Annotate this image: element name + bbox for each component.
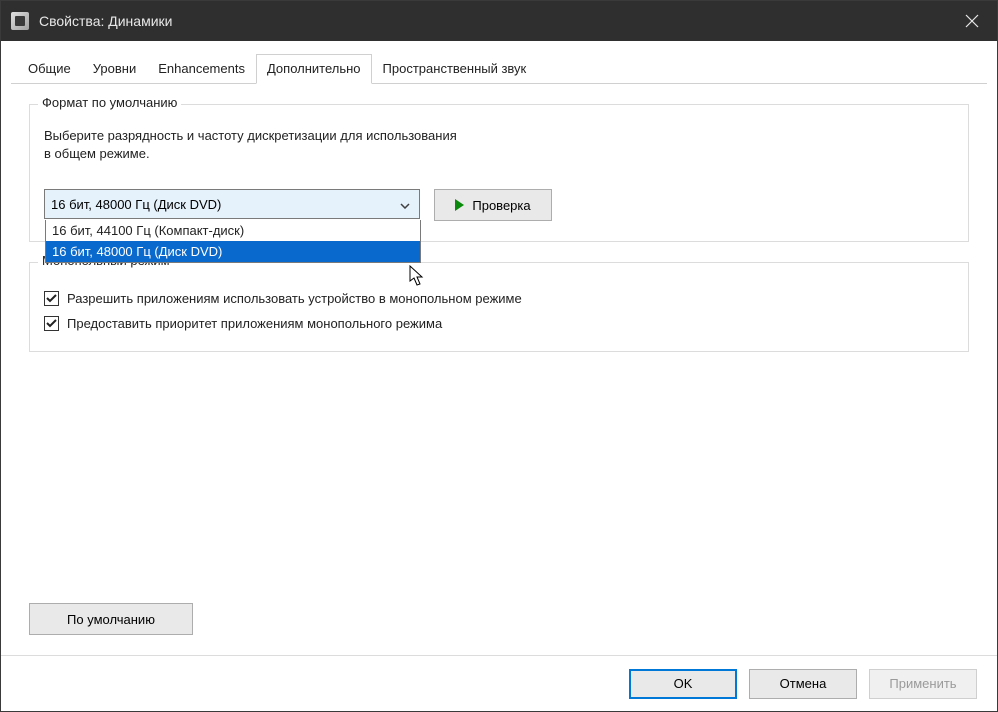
combobox-selected: 16 бит, 48000 Гц (Диск DVD) — [51, 197, 397, 212]
tab-label: Пространственный звук — [383, 61, 527, 76]
properties-window: Свойства: Динамики Общие Уровни Enhancem… — [0, 0, 998, 712]
tab-enhancements[interactable]: Enhancements — [147, 54, 256, 84]
format-combobox[interactable]: 16 бит, 48000 Гц (Диск DVD) 16 бит, 4410… — [44, 189, 420, 219]
tab-label: Дополнительно — [267, 61, 361, 76]
checkbox-priority-exclusive[interactable] — [44, 316, 59, 331]
speaker-icon — [11, 12, 29, 30]
button-label: Применить — [889, 676, 956, 691]
play-icon — [455, 199, 464, 211]
format-option[interactable]: 16 бит, 44100 Гц (Компакт-диск) — [46, 220, 420, 241]
group-exclusive-mode: Монопольный режим Разрешить приложениям … — [29, 262, 969, 352]
group-default-format: Формат по умолчанию Выберите разрядность… — [29, 104, 969, 242]
cancel-button[interactable]: Отмена — [749, 669, 857, 699]
format-option[interactable]: 16 бит, 48000 Гц (Диск DVD) — [46, 241, 420, 262]
close-button[interactable] — [947, 1, 997, 41]
test-button[interactable]: Проверка — [434, 189, 552, 221]
group-legend: Формат по умолчанию — [38, 95, 181, 110]
desc-text: Выберите разрядность и частоту дискретиз… — [44, 127, 954, 145]
tab-label: Уровни — [93, 61, 136, 76]
tab-spatial[interactable]: Пространственный звук — [372, 54, 538, 84]
button-label: Отмена — [780, 676, 827, 691]
checkbox-label: Предоставить приоритет приложениям моноп… — [67, 316, 442, 331]
option-label: 16 бит, 44100 Гц (Компакт-диск) — [52, 223, 244, 238]
dialog-button-bar: OK Отмена Применить — [1, 655, 997, 711]
title-bar: Свойства: Динамики — [1, 1, 997, 41]
format-dropdown: 16 бит, 44100 Гц (Компакт-диск) 16 бит, … — [45, 220, 421, 263]
ok-button[interactable]: OK — [629, 669, 737, 699]
tab-levels[interactable]: Уровни — [82, 54, 147, 84]
tab-label: Общие — [28, 61, 71, 76]
button-label: Проверка — [472, 198, 530, 213]
tab-advanced[interactable]: Дополнительно — [256, 54, 372, 84]
tab-general[interactable]: Общие — [17, 54, 82, 84]
button-label: OK — [674, 676, 693, 691]
checkbox-allow-exclusive[interactable] — [44, 291, 59, 306]
tab-label: Enhancements — [158, 61, 245, 76]
content-area: Общие Уровни Enhancements Дополнительно … — [1, 41, 997, 655]
apply-button: Применить — [869, 669, 977, 699]
option-label: 16 бит, 48000 Гц (Диск DVD) — [52, 244, 222, 259]
button-label: По умолчанию — [67, 612, 155, 627]
window-title: Свойства: Динамики — [39, 13, 172, 29]
restore-defaults-button[interactable]: По умолчанию — [29, 603, 193, 635]
checkbox-label: Разрешить приложениям использовать устро… — [67, 291, 522, 306]
chevron-down-icon — [397, 197, 413, 212]
desc-text: в общем режиме. — [44, 145, 954, 163]
tab-body-advanced: Формат по умолчанию Выберите разрядность… — [11, 84, 987, 603]
tabs: Общие Уровни Enhancements Дополнительно … — [11, 53, 987, 84]
